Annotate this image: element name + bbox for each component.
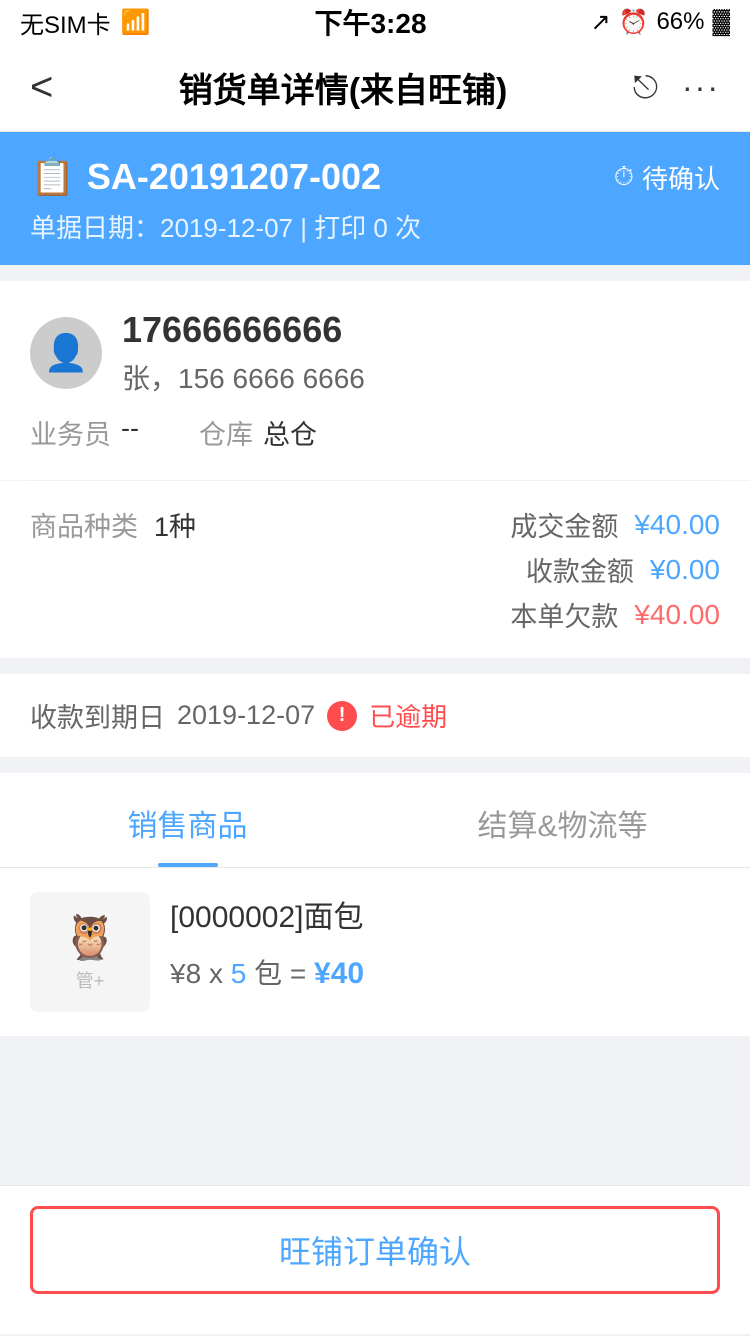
battery-text: 66% <box>656 8 704 36</box>
tabs: 销售商品 结算&物流等 <box>0 757 750 868</box>
header-banner: 📋 SA-20191207-002 ⏱ 待确认 单据日期：2019-12-07 … <box>0 132 750 265</box>
order-id: 📋 SA-20191207-002 <box>30 156 381 198</box>
salesperson-value: -- <box>121 413 139 452</box>
wifi-icon: 📶 <box>121 8 151 37</box>
deal-row: 成交金额 ¥40.00 <box>510 505 720 544</box>
customer-card: 👤 17666666666 张，156 6666 6666 业务员 -- 仓库 … <box>0 281 750 480</box>
customer-phone: 17666666666 <box>122 309 365 351</box>
tab-settlement[interactable]: 结算&物流等 <box>375 773 750 867</box>
product-price: ¥8 x 5 包 = ¥40 <box>170 952 720 992</box>
received-row: 收款金额 ¥0.00 <box>526 550 720 589</box>
warehouse-label: 仓库 <box>199 413 253 452</box>
product-info: [0000002]面包 ¥8 x 5 包 = ¥40 <box>170 892 720 992</box>
price-equals: = <box>290 958 314 989</box>
order-date: 单据日期：2019-12-07 | 打印 0 次 <box>30 208 720 245</box>
due-date-row: 收款到期日 2019-12-07 ! 已逾期 <box>0 658 750 757</box>
due-date-value: 2019-12-07 <box>177 700 315 731</box>
status-bar: 无SIM卡 📶 下午3:28 ↗ ⏰ 66% ▓ <box>0 0 750 44</box>
customer-details: 17666666666 张，156 6666 6666 <box>122 309 365 397</box>
customer-name: 张，156 6666 6666 <box>122 357 365 397</box>
summary-row: 商品种类 1种 成交金额 ¥40.00 收款金额 ¥0.00 本单欠款 ¥40.… <box>0 481 750 658</box>
customer-avatar: 👤 <box>30 317 102 389</box>
summary-right: 成交金额 ¥40.00 收款金额 ¥0.00 本单欠款 ¥40.00 <box>510 505 720 634</box>
due-label: 本单欠款 <box>510 595 618 634</box>
product-thumbnail: 🦉 管+ <box>63 911 118 993</box>
overdue-icon: ! <box>327 701 357 731</box>
type-label: 商品种类 <box>30 505 138 544</box>
received-value: ¥0.00 <box>650 554 720 586</box>
order-status: ⏱ 待确认 <box>614 159 720 196</box>
received-label: 收款金额 <box>526 550 634 589</box>
warehouse-item: 仓库 总仓 <box>199 413 317 452</box>
tab-sales-products[interactable]: 销售商品 <box>0 773 375 867</box>
customer-meta: 业务员 -- 仓库 总仓 <box>30 413 720 452</box>
status-time: 下午3:28 <box>314 2 426 42</box>
price-x: x <box>209 958 231 989</box>
banner-top: 📋 SA-20191207-002 ⏱ 待确认 <box>30 156 720 198</box>
status-left: 无SIM卡 📶 <box>20 5 151 40</box>
due-date-label: 收款到期日 <box>30 696 165 735</box>
price-qty: 5 <box>231 958 247 989</box>
type-value: 1种 <box>154 505 196 544</box>
salesperson-item: 业务员 -- <box>30 413 139 452</box>
product-image: 🦉 管+ <box>30 892 150 1012</box>
alarm-icon: ⏰ <box>619 8 649 37</box>
product-item: 🦉 管+ [0000002]面包 ¥8 x 5 包 = ¥40 <box>0 868 750 1036</box>
back-button[interactable]: < <box>30 65 53 110</box>
price-total: ¥40 <box>314 957 364 990</box>
price-unit: ¥8 <box>170 958 201 989</box>
due-row: 本单欠款 ¥40.00 <box>510 595 720 634</box>
customer-row: 👤 17666666666 张，156 6666 6666 <box>30 309 720 397</box>
avatar-icon: 👤 <box>44 332 89 374</box>
page-title: 销货单详情(来自旺铺) <box>179 63 508 112</box>
warehouse-value: 总仓 <box>263 413 317 452</box>
due-value: ¥40.00 <box>634 599 720 631</box>
confirm-order-button[interactable]: 旺铺订单确认 <box>30 1206 720 1294</box>
product-name: [0000002]面包 <box>170 892 720 936</box>
summary-left: 商品种类 1种 <box>30 505 510 544</box>
clock-icon: ⏱ <box>614 161 634 193</box>
salesperson-label: 业务员 <box>30 413 111 452</box>
bottom-bar: 旺铺订单确认 <box>0 1185 750 1334</box>
overdue-text: 已逾期 <box>369 697 447 734</box>
nav-bar: < 销货单详情(来自旺铺) ⎋ ··· <box>0 44 750 132</box>
nav-icons: ⎋ ··· <box>633 69 720 107</box>
battery-icon: ▓ <box>713 8 731 36</box>
more-icon[interactable]: ··· <box>682 69 720 106</box>
price-unit-label: 包 <box>254 958 282 989</box>
status-right: ↗ ⏰ 66% ▓ <box>590 8 730 37</box>
deal-value: ¥40.00 <box>634 509 720 541</box>
deal-label: 成交金额 <box>510 505 618 544</box>
order-icon: 📋 <box>30 156 75 198</box>
share-icon[interactable]: ⎋ <box>633 69 658 107</box>
location-icon: ↗ <box>590 8 610 37</box>
carrier-text: 无SIM卡 <box>20 5 111 40</box>
